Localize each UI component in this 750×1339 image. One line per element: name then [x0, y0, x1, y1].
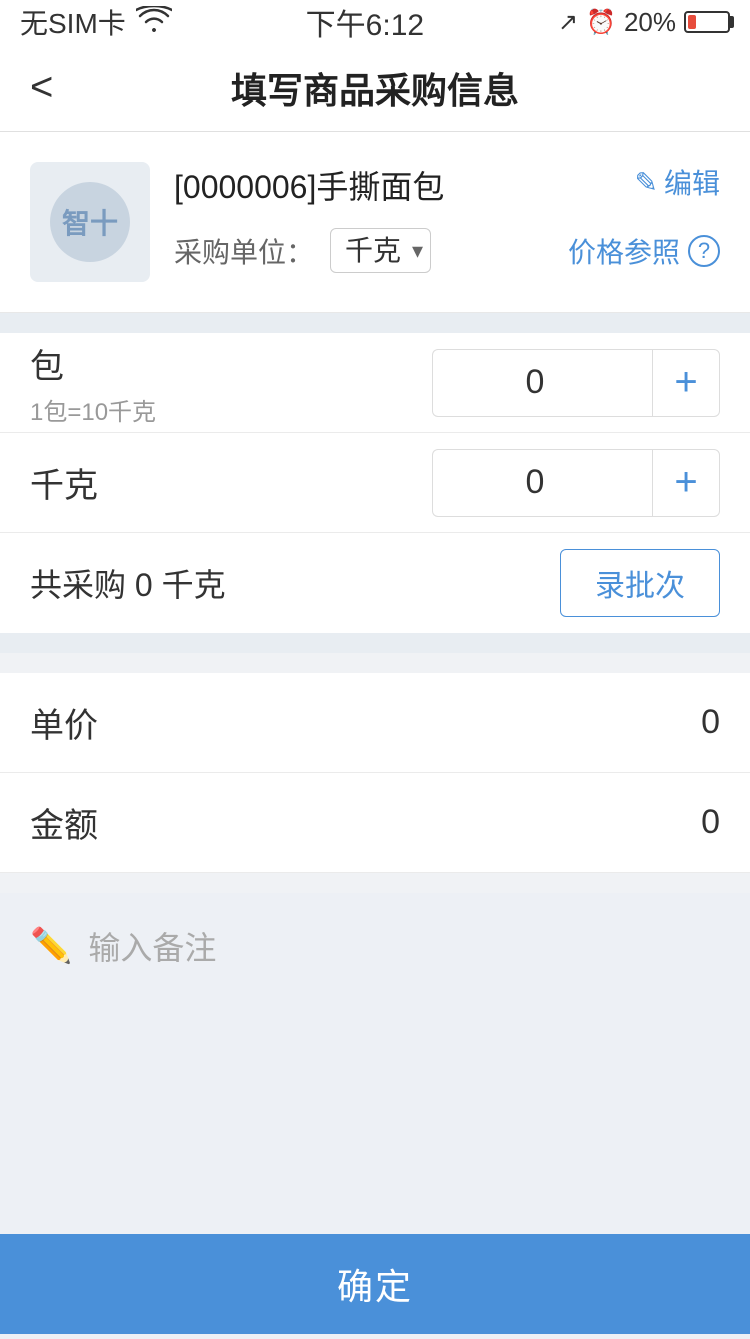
pencil-icon: ✏️	[30, 926, 72, 966]
product-info: [0000006]手撕面包 ✎ 编辑 采购单位： 千克 价格参照 ?	[174, 162, 720, 273]
input-section: 包 1包=10千克 + 千克 +	[0, 333, 750, 533]
danjia-label: 单价	[30, 698, 98, 747]
section-divider-2	[0, 633, 750, 653]
battery-text: 20%	[624, 7, 676, 38]
info-section: 单价 0 金额 0	[0, 673, 750, 873]
qianke-plus-button[interactable]: +	[652, 449, 720, 517]
status-bar: 无SIM卡 下午6:12 ↗ ⏰ 20%	[0, 0, 750, 44]
bao-input-row: 包 1包=10千克 +	[0, 333, 750, 433]
alarm-icon: ⏰	[586, 8, 616, 37]
product-name: [0000006]手撕面包	[174, 162, 444, 208]
unit-select-wrapper[interactable]: 千克	[330, 228, 431, 273]
jine-label: 金额	[30, 798, 98, 847]
bao-input[interactable]	[432, 349, 652, 417]
edit-label: 编辑	[664, 162, 720, 202]
status-right: ↗ ⏰ 20%	[558, 7, 730, 38]
product-logo: 智十	[50, 182, 130, 262]
product-image: 智十	[30, 162, 150, 282]
qianke-input-row: 千克 +	[0, 433, 750, 533]
unit-label: 采购单位：	[174, 231, 314, 271]
qianke-input-group: +	[432, 449, 720, 517]
jine-value: 0	[701, 803, 720, 842]
edit-button[interactable]: ✎ 编辑	[635, 162, 720, 202]
product-card: 智十 [0000006]手撕面包 ✎ 编辑 采购单位： 千克 价格参照 ?	[0, 132, 750, 313]
wifi-icon	[136, 6, 172, 39]
page-title: 填写商品采购信息	[231, 62, 519, 114]
summary-row: 共采购 0 千克 录批次	[0, 533, 750, 633]
batch-button[interactable]: 录批次	[560, 549, 720, 617]
remark-section[interactable]: ✏️ 输入备注	[0, 893, 750, 999]
status-time: 下午6:12	[306, 0, 424, 44]
edit-icon: ✎	[635, 166, 658, 199]
product-unit-row: 采购单位： 千克 价格参照 ?	[174, 228, 720, 273]
bao-label: 包	[30, 339, 156, 388]
price-ref-label: 价格参照	[568, 231, 680, 271]
qianke-input[interactable]	[432, 449, 652, 517]
back-button[interactable]: <	[30, 65, 53, 110]
qianke-label-group: 千克	[30, 458, 98, 507]
danjia-row: 单价 0	[0, 673, 750, 773]
bao-sub-label: 1包=10千克	[30, 392, 156, 427]
qianke-label: 千克	[30, 458, 98, 507]
bao-input-group: +	[432, 349, 720, 417]
price-ref-button[interactable]: 价格参照 ?	[568, 231, 720, 271]
battery-icon	[684, 11, 730, 33]
nav-bar: < 填写商品采购信息	[0, 44, 750, 132]
summary-unit: 千克	[162, 567, 226, 603]
help-icon[interactable]: ?	[688, 235, 720, 267]
status-left: 无SIM卡	[20, 2, 172, 42]
confirm-button[interactable]: 确定	[0, 1234, 750, 1334]
summary-text: 共采购 0 千克	[30, 560, 226, 606]
jine-row: 金额 0	[0, 773, 750, 873]
section-divider-1	[0, 313, 750, 333]
danjia-value: 0	[701, 703, 720, 742]
unit-select[interactable]: 千克	[330, 228, 431, 273]
remark-placeholder: 输入备注	[88, 923, 216, 969]
bao-plus-button[interactable]: +	[652, 349, 720, 417]
bao-label-group: 包 1包=10千克	[30, 339, 156, 427]
carrier-text: 无SIM卡	[20, 2, 126, 42]
summary-value: 0	[135, 567, 153, 603]
product-header: [0000006]手撕面包 ✎ 编辑	[174, 162, 720, 208]
location-icon: ↗	[558, 8, 578, 37]
